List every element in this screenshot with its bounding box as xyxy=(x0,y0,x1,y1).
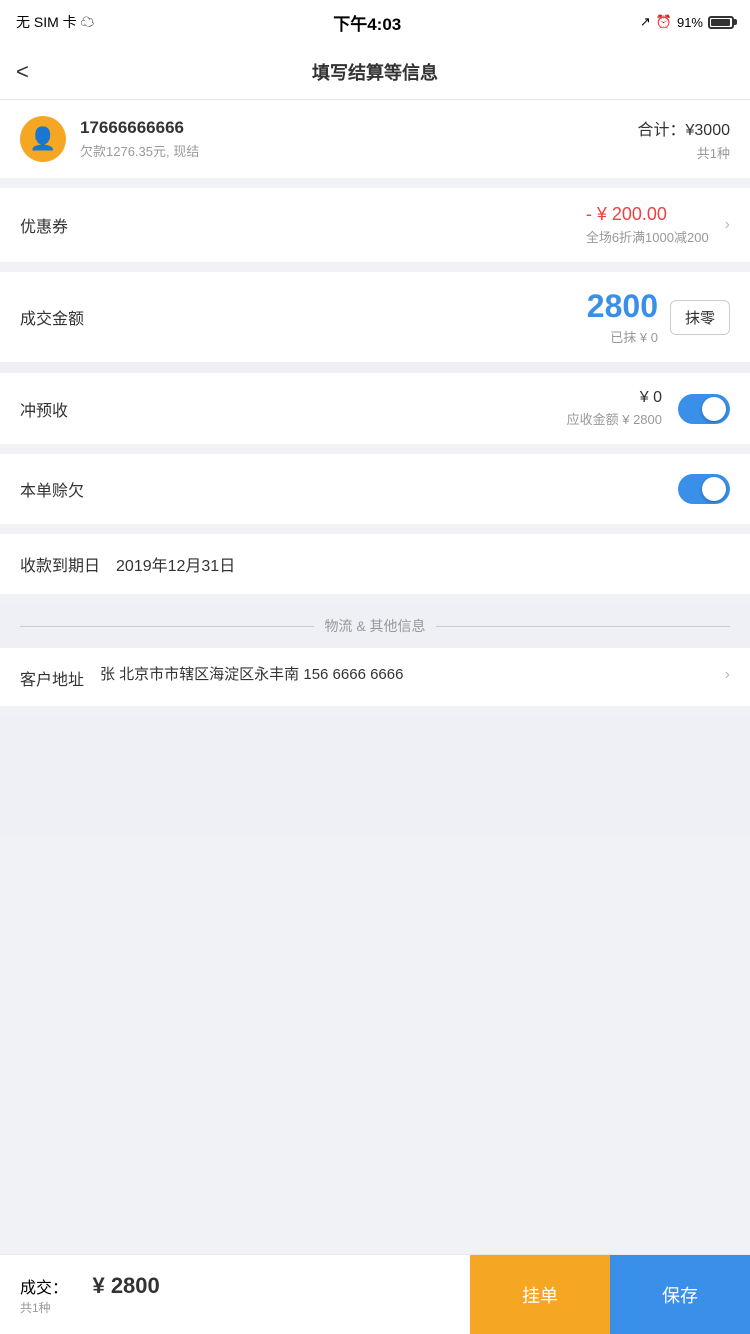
due-date-label: 收款到期日 xyxy=(20,552,100,576)
debt-toggle-knob xyxy=(702,477,726,501)
location-icon: ↗ xyxy=(640,14,651,30)
section-divider xyxy=(0,363,750,373)
transaction-label: 成交金额 xyxy=(20,305,84,329)
toggle-knob xyxy=(702,397,726,421)
amount-row: 成交金额 2800 已抹 ¥ 0 抹零 xyxy=(0,272,750,363)
save-button[interactable]: 保存 xyxy=(610,1255,750,1334)
prepay-row: 冲预收 ¥ 0 应收金额 ¥ 2800 xyxy=(0,373,750,444)
sim-label: 无 SIM 卡 ☁ xyxy=(16,12,95,32)
status-left: 无 SIM 卡 ☁ xyxy=(16,12,95,32)
battery-percent: 91% xyxy=(677,15,703,30)
address-chevron-icon: › xyxy=(725,666,730,684)
prepay-toggle[interactable] xyxy=(678,394,730,424)
amount-content: 2800 已抹 ¥ 0 xyxy=(587,288,658,346)
page-title: 填写结算等信息 xyxy=(312,59,438,85)
divider-line-right xyxy=(436,626,730,627)
coupon-value: - ¥ 200.00 xyxy=(586,204,709,225)
bottom-summary: 成交： ¥ 2800 共1种 xyxy=(0,1273,470,1316)
debt-label: 本单赊欠 xyxy=(20,477,84,501)
summary-label: 成交： xyxy=(20,1280,68,1297)
coupon-row[interactable]: 优惠券 - ¥ 200.00 全场6折满1000减200 › xyxy=(0,188,750,262)
amount-row-right: 2800 已抹 ¥ 0 抹零 xyxy=(587,288,730,346)
prepay-right: ¥ 0 应收金额 ¥ 2800 xyxy=(567,389,730,428)
product-count: 共1种 xyxy=(637,143,730,162)
logistics-divider: 物流 & 其他信息 xyxy=(0,604,750,648)
due-date-value: 2019年12月31日 xyxy=(116,552,235,576)
address-section: 客户地址 张 北京市市辖区海淀区永丰南 156 6666 6666 › xyxy=(0,648,750,706)
coupon-info: - ¥ 200.00 全场6折满1000减200 xyxy=(586,204,709,246)
prepay-sub: 应收金额 ¥ 2800 xyxy=(567,409,662,428)
transaction-section: 成交金额 2800 已抹 ¥ 0 抹零 冲预收 ¥ 0 应收金额 ¥ 2800 xyxy=(0,272,750,444)
prepay-amount: ¥ 0 xyxy=(567,389,662,407)
status-bar: 无 SIM 卡 ☁ 下午4:03 ↗ ⏰ 91% xyxy=(0,0,750,44)
total-value: ¥3000 xyxy=(686,122,731,139)
summary-amount: ¥ 2800 xyxy=(72,1273,179,1298)
transaction-amount: 2800 xyxy=(587,288,658,325)
coupon-chevron-icon: › xyxy=(725,216,730,234)
address-value: 张 北京市市辖区海淀区永丰南 156 6666 6666 xyxy=(100,664,717,687)
customer-total: 合计：¥3000 共1种 xyxy=(637,116,730,162)
debt-row: 本单赊欠 xyxy=(0,454,750,524)
logistics-label: 物流 & 其他信息 xyxy=(324,616,425,636)
status-time: 下午4:03 xyxy=(333,10,401,35)
back-button[interactable]: < xyxy=(8,51,37,93)
nav-bar: < 填写结算等信息 xyxy=(0,44,750,100)
coupon-section: 优惠券 - ¥ 200.00 全场6折满1000减200 › xyxy=(0,188,750,262)
due-date-row: 收款到期日 2019年12月31日 xyxy=(0,534,750,594)
coupon-label: 优惠券 xyxy=(20,213,68,237)
customer-phone: 17666666666 xyxy=(80,118,199,138)
address-label: 客户地址 xyxy=(20,666,84,690)
customer-details: 17666666666 欠款1276.35元, 现结 xyxy=(80,118,199,160)
customer-sub: 欠款1276.35元, 现结 xyxy=(80,141,199,160)
prepay-values: ¥ 0 应收金额 ¥ 2800 xyxy=(567,389,662,428)
bottom-bar: 成交： ¥ 2800 共1种 挂单 保存 xyxy=(0,1254,750,1334)
customer-info-left: 👤 17666666666 欠款1276.35元, 现结 xyxy=(20,116,199,162)
debt-toggle[interactable] xyxy=(678,474,730,504)
avatar: 👤 xyxy=(20,116,66,162)
avatar-icon: 👤 xyxy=(29,126,56,152)
alarm-icon: ⏰ xyxy=(656,14,672,30)
coupon-desc: 全场6折满1000减200 xyxy=(586,227,709,246)
total-label: 合计： xyxy=(637,122,685,139)
round-button[interactable]: 抹零 xyxy=(670,300,730,335)
summary-count: 共1种 xyxy=(20,1299,450,1316)
transaction-sub: 已抹 ¥ 0 xyxy=(610,327,658,346)
address-row[interactable]: 客户地址 张 北京市市辖区海淀区永丰南 156 6666 6666 › xyxy=(0,648,750,706)
status-right: ↗ ⏰ 91% xyxy=(640,14,734,30)
prepay-label: 冲预收 xyxy=(20,397,68,421)
coupon-right: - ¥ 200.00 全场6折满1000减200 › xyxy=(586,204,730,246)
divider-line-left xyxy=(20,626,314,627)
summary-line1: 成交： ¥ 2800 xyxy=(20,1273,450,1299)
customer-card: 👤 17666666666 欠款1276.35元, 现结 合计：¥3000 共1… xyxy=(0,100,750,178)
total-label-value: 合计：¥3000 xyxy=(637,116,730,140)
gray-spacer xyxy=(0,716,750,836)
battery-icon xyxy=(708,16,734,29)
pending-button[interactable]: 挂单 xyxy=(470,1255,610,1334)
main-content: 👤 17666666666 欠款1276.35元, 现结 合计：¥3000 共1… xyxy=(0,100,750,926)
